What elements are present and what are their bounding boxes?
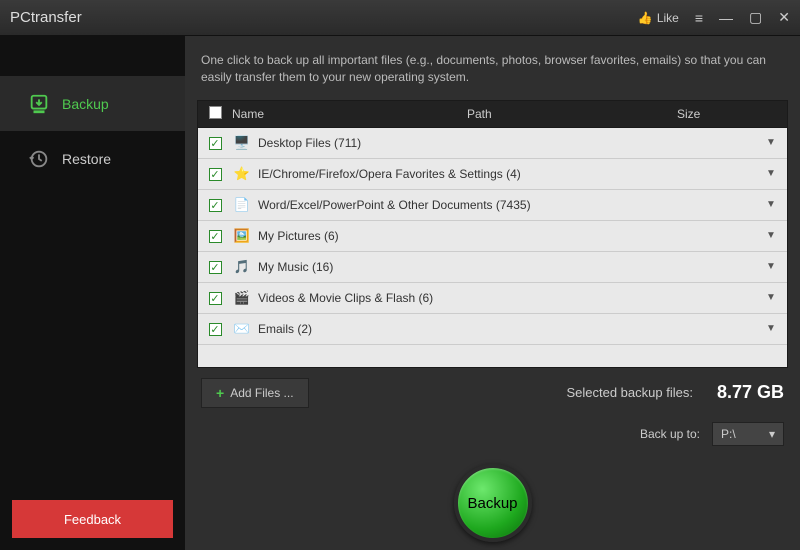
like-label: Like [657,11,679,25]
table-row[interactable]: ✓ ⭐ IE/Chrome/Firefox/Opera Favorites & … [198,159,787,190]
thumb-up-icon: 👍 [638,11,653,25]
maximize-icon[interactable]: ▢ [749,9,762,26]
add-files-label: Add Files ... [230,386,293,400]
feedback-button[interactable]: Feedback [12,500,173,538]
description-text: One click to back up all important files… [197,46,788,100]
row-checkbox[interactable]: ✓ [209,199,222,212]
column-size: Size [677,107,787,121]
sidebar: Backup Restore Feedback [0,36,185,550]
menu-icon[interactable]: ≡ [695,10,703,26]
sidebar-item-label: Backup [62,96,109,112]
table-body: ✓ 🖥️ Desktop Files (711) ▼ ✓ ⭐ IE/Chrome… [197,128,788,368]
table-header: Name Path Size [197,100,788,128]
sidebar-item-backup[interactable]: Backup [0,76,185,131]
backup-icon [28,93,50,115]
row-label: IE/Chrome/Firefox/Opera Favorites & Sett… [258,167,761,181]
chevron-down-icon: ▾ [769,427,775,441]
drive-select[interactable]: P:\ ▾ [712,422,784,446]
chevron-down-icon[interactable]: ▼ [761,168,781,179]
table-row[interactable] [198,345,787,368]
table-row[interactable]: ✓ ✉️ Emails (2) ▼ [198,314,787,345]
select-all-checkbox[interactable] [209,106,222,119]
feedback-label: Feedback [64,512,121,527]
pictures-icon: 🖼️ [232,228,252,244]
app-title: PCtransfer [10,9,638,26]
plus-icon: + [216,385,224,401]
email-icon: ✉️ [232,321,252,337]
row-label: My Music (16) [258,260,761,274]
row-label: Videos & Movie Clips & Flash (6) [258,291,761,305]
music-icon: 🎵 [232,259,252,275]
table-row[interactable]: ✓ 📄 Word/Excel/PowerPoint & Other Docume… [198,190,787,221]
backup-button-label: Backup [467,495,517,512]
row-checkbox[interactable]: ✓ [209,292,222,305]
backup-to-row: Back up to: P:\ ▾ [197,418,788,466]
row-label: Desktop Files (711) [258,136,761,150]
table-row[interactable]: ✓ 🎵 My Music (16) ▼ [198,252,787,283]
desktop-icon: 🖥️ [232,135,252,151]
chevron-down-icon[interactable]: ▼ [761,230,781,241]
minimize-icon[interactable]: — [719,10,733,26]
chevron-down-icon[interactable]: ▼ [761,323,781,334]
drive-value: P:\ [721,427,736,441]
table-row[interactable]: ✓ 🖥️ Desktop Files (711) ▼ [198,128,787,159]
video-icon: 🎬 [232,290,252,306]
sidebar-item-restore[interactable]: Restore [0,131,185,186]
column-path: Path [467,107,677,121]
chevron-down-icon[interactable]: ▼ [761,199,781,210]
row-checkbox[interactable]: ✓ [209,261,222,274]
table-row[interactable]: ✓ 🎬 Videos & Movie Clips & Flash (6) ▼ [198,283,787,314]
backup-button[interactable]: Backup [454,464,532,542]
row-checkbox[interactable]: ✓ [209,137,222,150]
star-icon: ⭐ [232,166,252,182]
selected-label: Selected backup files: [566,385,692,400]
document-icon: 📄 [232,197,252,213]
row-checkbox[interactable]: ✓ [209,168,222,181]
row-label: My Pictures (6) [258,229,761,243]
chevron-down-icon[interactable]: ▼ [761,137,781,148]
backup-to-label: Back up to: [640,427,700,441]
logo-area [0,36,185,76]
selected-size: 8.77 GB [717,382,784,403]
row-checkbox[interactable]: ✓ [209,323,222,336]
row-label: Word/Excel/PowerPoint & Other Documents … [258,198,761,212]
main-panel: One click to back up all important files… [185,36,800,550]
column-name: Name [232,107,467,121]
like-button[interactable]: 👍 Like [638,11,679,25]
close-icon[interactable]: ✕ [778,9,790,26]
below-table-bar: + Add Files ... Selected backup files: 8… [197,368,788,418]
table-row[interactable]: ✓ 🖼️ My Pictures (6) ▼ [198,221,787,252]
row-label: Emails (2) [258,322,761,336]
title-bar: PCtransfer 👍 Like ≡ — ▢ ✕ [0,0,800,36]
sidebar-item-label: Restore [62,151,111,167]
chevron-down-icon[interactable]: ▼ [761,261,781,272]
header-checkbox-cell[interactable] [198,106,232,122]
restore-icon [28,148,50,170]
add-files-button[interactable]: + Add Files ... [201,378,309,408]
chevron-down-icon[interactable]: ▼ [761,292,781,303]
row-checkbox[interactable]: ✓ [209,230,222,243]
